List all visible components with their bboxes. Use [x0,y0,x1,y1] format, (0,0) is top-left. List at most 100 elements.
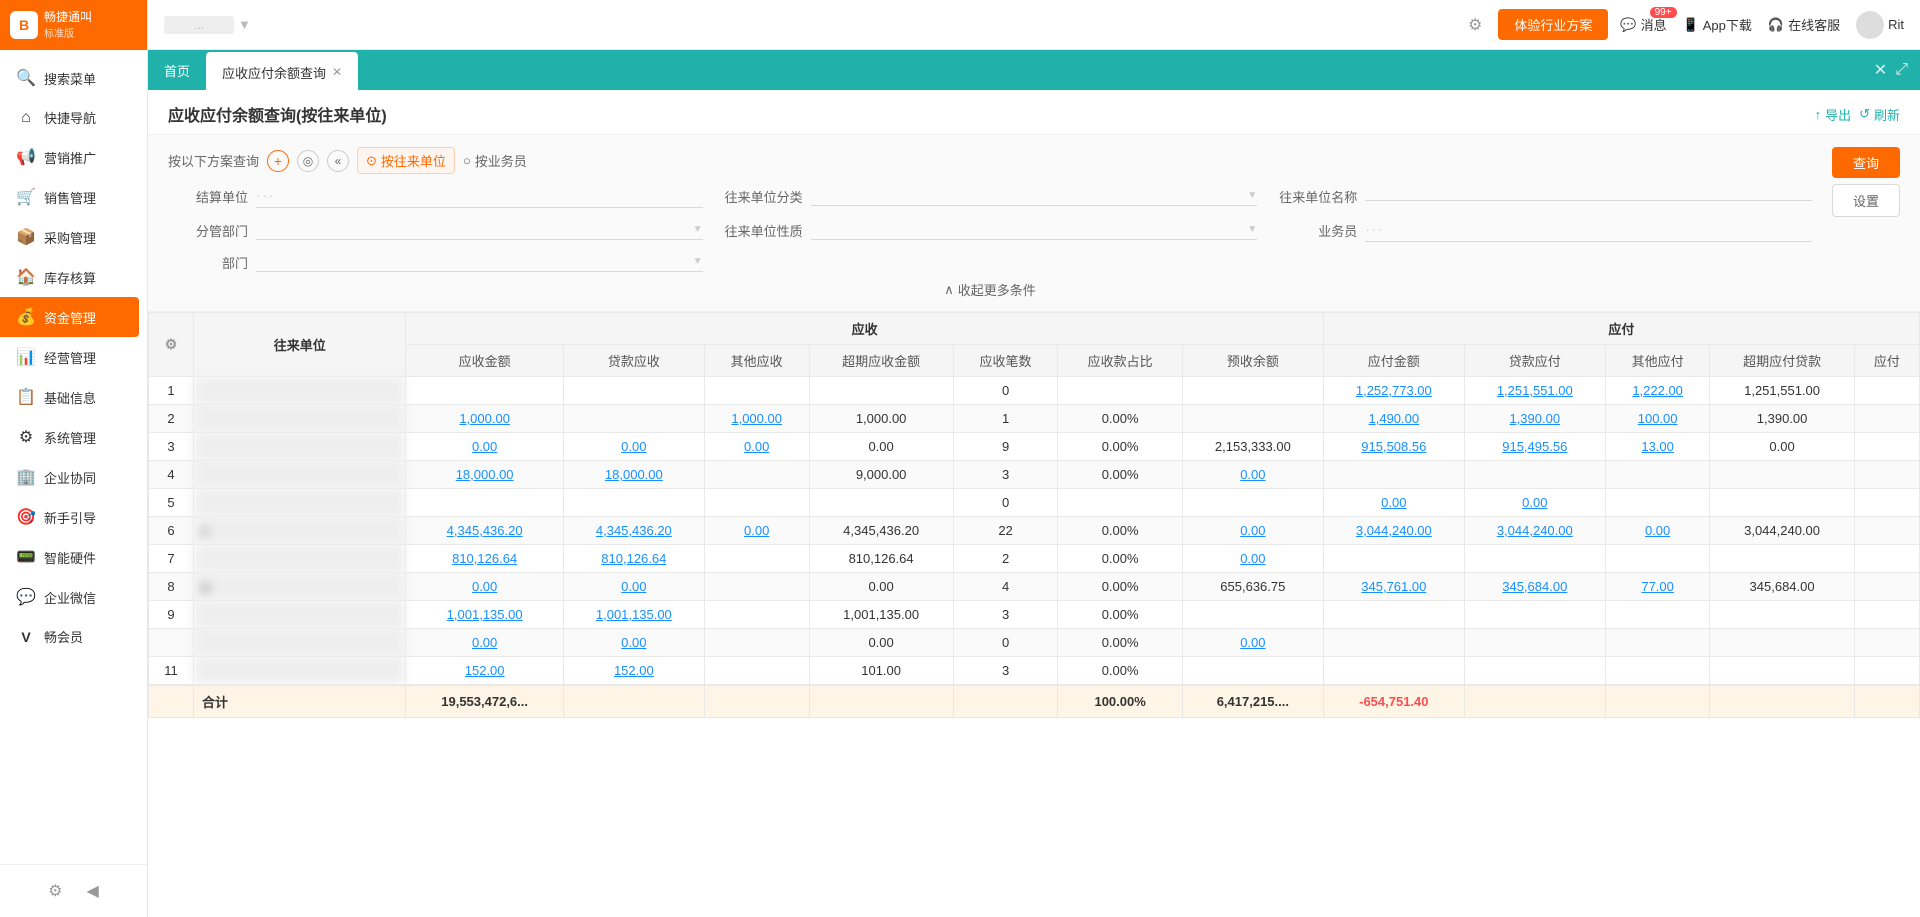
ap-other-link[interactable]: 100.00 [1638,411,1678,426]
table-settings-icon[interactable]: ⚙ [157,331,185,359]
partner-cell [194,601,406,629]
close-window-icon[interactable]: ✕ [1874,60,1887,80]
tab-ar-ap-label: 应收应付余额查询 [222,63,326,82]
ar-ratio-cell: 0.00% [1058,573,1182,601]
filter-add-button[interactable]: + [267,150,289,172]
ar-loan-link[interactable]: 4,345,436.20 [596,523,672,538]
query-button[interactable]: 查询 [1832,147,1900,178]
tab-ar-ap[interactable]: 应收应付余额查询 ✕ [206,52,358,92]
ap-loan-link[interactable]: 1,390.00 [1509,411,1560,426]
fenguan-input[interactable]: ▼ [256,220,703,240]
ar-amount-link[interactable]: 152.00 [465,663,505,678]
ar-amount-link[interactable]: 0.00 [472,439,497,454]
ar-amount-link[interactable]: 18,000.00 [456,467,514,482]
sidebar-item-system[interactable]: ⚙ 系统管理 [0,417,147,457]
ap-amount-link[interactable]: 345,761.00 [1361,579,1426,594]
sidebar-item-finance[interactable]: 💰 资金管理 [0,297,139,337]
ar-loan-link[interactable]: 810,126.64 [601,551,666,566]
nature-input[interactable]: ▼ [811,220,1258,240]
ar-loan-link[interactable]: 0.00 [621,579,646,594]
ar-prepaid-cell: 2,153,333.00 [1182,433,1323,461]
sidebar-item-member[interactable]: V 畅会员 [0,617,147,656]
ar-loan-link[interactable]: 0.00 [621,635,646,650]
ar-prepaid-link[interactable]: 0.00 [1240,635,1265,650]
solution-button[interactable]: 体验行业方案 [1498,9,1608,40]
sidebar-item-marketing[interactable]: 📢 营销推广 [0,137,147,177]
sidebar-item-sales[interactable]: 🛒 销售管理 [0,177,147,217]
ap-loan-link[interactable]: 0.00 [1522,495,1547,510]
ap-amount-link[interactable]: 915,508.56 [1361,439,1426,454]
sidebar-item-label: 企业微信 [44,588,96,607]
ar-loan-link[interactable]: 1,001,135.00 [596,607,672,622]
table-container[interactable]: ⚙ 往来单位 应收 应付 应收金额 贷款应收 其他应收 超期应收金额 应收笔数 … [148,312,1920,917]
sidebar-item-inventory[interactable]: 🏠 库存核算 [0,257,147,297]
refresh-button[interactable]: ↺ 刷新 [1859,105,1900,124]
gear-icon[interactable]: ⚙ [1464,11,1486,39]
ar-prepaid-link[interactable]: 0.00 [1240,523,1265,538]
ar-loan-link[interactable]: 0.00 [621,439,646,454]
export-button[interactable]: ↑ 导出 [1815,105,1852,124]
ar-amount-link[interactable]: 0.00 [472,579,497,594]
sidebar-item-enterprise[interactable]: 🏢 企业协同 [0,457,147,497]
ap-other-link[interactable]: 13.00 [1641,439,1674,454]
filter-scheme-button[interactable]: ◎ [297,150,319,172]
sidebar-item-purchase[interactable]: 📦 采购管理 [0,217,147,257]
sidebar-item-search-menu[interactable]: 🔍 搜索菜单 [0,58,147,98]
dept-input[interactable]: ▼ [256,252,703,272]
sidebar-settings-button[interactable]: ⚙ [38,875,72,907]
ar-prepaid-link[interactable]: 0.00 [1240,467,1265,482]
filter-scheme-tag-partner[interactable]: ⊙ 按往来单位 [357,147,455,174]
ap-amount-cell [1323,461,1464,489]
ar-other-link[interactable]: 0.00 [744,439,769,454]
ap-other-link[interactable]: 77.00 [1641,579,1674,594]
sidebar-item-wechat[interactable]: 💬 企业微信 [0,577,147,617]
ap-overdue-header: 超期应付贷款 [1710,345,1854,377]
sidebar-item-guide[interactable]: 🎯 新手引导 [0,497,147,537]
salesperson-input[interactable]: ··· [1365,218,1812,242]
row-num: 3 [149,433,194,461]
ar-loan-link[interactable]: 152.00 [614,663,654,678]
ap-loan-link[interactable]: 915,495.56 [1502,439,1567,454]
ap-other-link[interactable]: 1,222.00 [1632,383,1683,398]
ap-loan-cell: 345,684.00 [1464,573,1605,601]
sidebar-collapse-button[interactable]: ◀ [77,875,109,907]
ap-amount-link[interactable]: 0.00 [1381,495,1406,510]
tab-home[interactable]: 首页 [148,50,206,90]
ar-amount-link[interactable]: 1,000.00 [459,411,510,426]
wanglai-name-input[interactable] [1365,192,1812,201]
ap-other-link[interactable]: 0.00 [1645,523,1670,538]
app-download-button[interactable]: 📱 App下载 [1683,15,1752,34]
tab-close-icon[interactable]: ✕ [332,65,342,79]
ap-loan-link[interactable]: 345,684.00 [1502,579,1567,594]
setting-button[interactable]: 设置 [1832,184,1900,217]
collapse-more-button[interactable]: ∧ 收起更多条件 [168,280,1812,299]
sidebar-item-quick-nav[interactable]: ⌂ 快捷导航 [0,98,147,137]
ar-amount-link[interactable]: 4,345,436.20 [447,523,523,538]
ap-amount-link[interactable]: 1,490.00 [1369,411,1420,426]
message-button[interactable]: 💬 消息 99+ [1620,15,1666,34]
sidebar-item-base-info[interactable]: 📋 基础信息 [0,377,147,417]
ap-loan-link[interactable]: 3,044,240.00 [1497,523,1573,538]
ar-amount-link[interactable]: 1,001,135.00 [447,607,523,622]
sidebar-item-operation[interactable]: 📊 经营管理 [0,337,147,377]
ap-loan-link[interactable]: 1,251,551.00 [1497,383,1573,398]
hardware-icon: 📟 [16,547,36,567]
ap-amount-link[interactable]: 3,044,240.00 [1356,523,1432,538]
wanglai-fenlei-input[interactable]: ▼ [811,186,1258,206]
ap-amount-link[interactable]: 1,252,773.00 [1356,383,1432,398]
ar-amount-link[interactable]: 810,126.64 [452,551,517,566]
online-service-button[interactable]: 🎧 在线客服 [1768,15,1840,34]
ar-other-cell: 0.00 [704,433,809,461]
app-label: App下载 [1703,15,1752,34]
sidebar-item-hardware[interactable]: 📟 智能硬件 [0,537,147,577]
ar-amount-link[interactable]: 0.00 [472,635,497,650]
ar-loan-link[interactable]: 18,000.00 [605,467,663,482]
ar-other-link[interactable]: 1,000.00 [731,411,782,426]
filter-scheme-option-salesperson[interactable]: ○ 按业务员 [463,151,527,170]
filter-collapse-button[interactable]: « [327,150,349,172]
resize-window-icon[interactable]: ⤢ [1895,61,1908,79]
ar-other-link[interactable]: 0.00 [744,523,769,538]
user-avatar[interactable]: Rit [1856,11,1904,39]
jiesuan-input[interactable]: ··· [256,184,703,208]
ar-prepaid-link[interactable]: 0.00 [1240,551,1265,566]
